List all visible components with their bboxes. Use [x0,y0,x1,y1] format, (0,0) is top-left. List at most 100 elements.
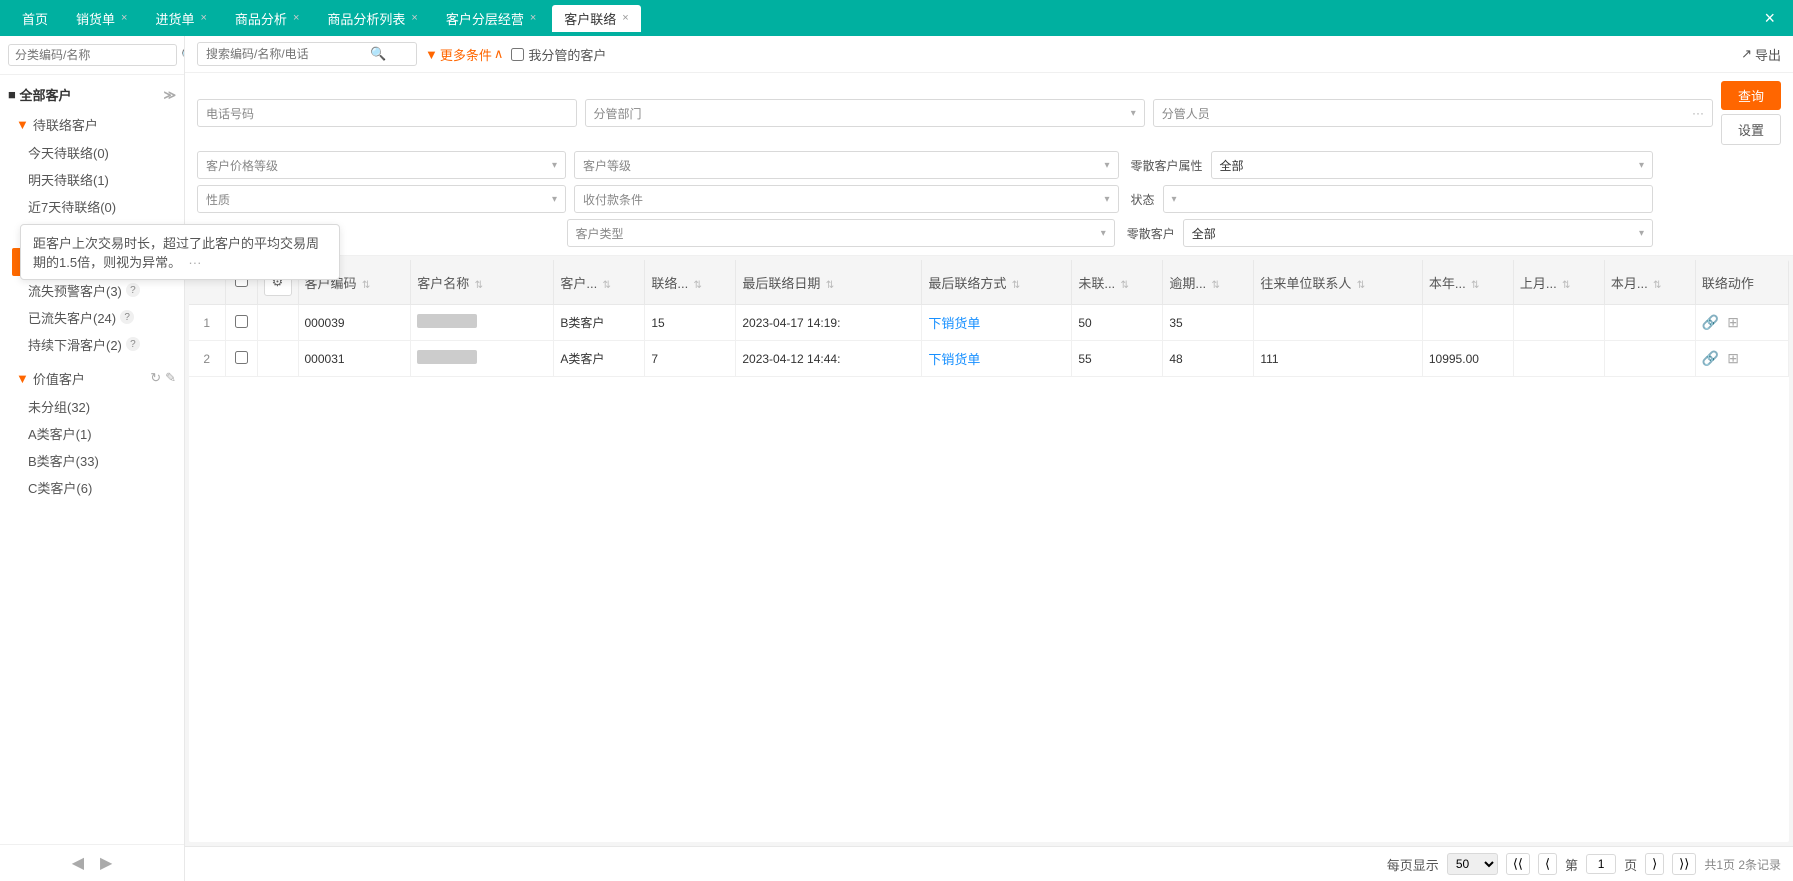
last-date-sort-icon[interactable]: ⇅ [826,280,834,291]
nav-product-analysis-list[interactable]: 商品分析列表 × [315,5,429,32]
row1-grid-icon[interactable]: ⊞ [1727,314,1739,331]
sidebar-churned[interactable]: 已流失客户(24) ? [8,304,184,331]
nav-product-analysis[interactable]: 商品分析 × [223,5,311,32]
sidebar-search-input[interactable] [8,44,177,66]
phone-field[interactable]: 电话号码 [197,99,577,127]
no-contact-sort-icon[interactable]: ⇅ [1121,280,1129,291]
nav-home[interactable]: 首页 [10,5,60,32]
row1-contact: 15 [645,305,736,341]
last-page-btn[interactable]: ⟩⟩ [1672,853,1696,875]
sidebar-left-arrow[interactable]: ◀ [68,849,88,877]
this-month-sort-icon[interactable]: ⇅ [1653,280,1661,291]
col-last-date: 最后联络日期 ⇅ [736,260,922,305]
nav-purchase-order-close[interactable]: × [200,12,206,24]
page-suffix: 页 [1624,855,1637,874]
window-close-btn[interactable]: × [1756,8,1783,29]
sidebar-edit-pencil-icon[interactable]: ✎ [165,370,176,386]
settings-button[interactable]: 设置 [1721,114,1781,145]
row2-unit-contact: 111 [1254,341,1423,377]
nav-product-analysis-list-close[interactable]: × [411,12,417,24]
sidebar-right-arrow[interactable]: ▶ [96,849,116,877]
this-year-sort-icon[interactable]: ⇅ [1471,280,1479,291]
nav-customer-contact-close[interactable]: × [622,12,628,24]
nav-sales-order[interactable]: 销货单 × [64,5,139,32]
payment-dropdown-icon: ▾ [1104,194,1109,205]
search-input[interactable] [206,47,366,61]
sidebar-declining[interactable]: 持续下滑客户(2) ? [8,331,184,358]
row1-select[interactable] [235,315,248,328]
gender-field[interactable]: 性质 ▾ [197,185,566,213]
customer-type-field[interactable]: 客户类型 ▾ [567,219,1115,247]
row2-last-month [1513,341,1604,377]
per-page-label: 每页显示 [1387,855,1439,874]
sidebar-tomorrow-pending[interactable]: 明天待联络(1) [8,166,184,193]
person-field[interactable]: 分管人员 ··· [1153,99,1713,127]
nav-customer-tier-close[interactable]: × [530,12,536,24]
search-icon[interactable]: 🔍 [370,46,386,62]
sidebar-pending-group[interactable]: ▼ 待联络客户 [8,110,184,139]
row2-action: 🔗 ⊞ [1695,341,1788,377]
row1-last-method-link[interactable]: 下销货单 [928,316,980,331]
zero-attr-field[interactable]: 全部 ▾ [1211,151,1653,179]
sidebar-bottom: ◀ ▶ [0,844,184,881]
nav-customer-tier[interactable]: 客户分层经营 × [434,5,548,32]
sidebar-edit-refresh-icon[interactable]: ↻ [150,370,161,386]
row1-action-icons: 🔗 ⊞ [1702,314,1782,331]
export-btn[interactable]: ↗ 导出 [1741,45,1781,64]
nav-sales-order-close[interactable]: × [121,12,127,24]
sidebar-7day-pending[interactable]: 近7天待联络(0) [8,193,184,220]
overdue-sort-icon[interactable]: ⇅ [1212,280,1220,291]
tooltip-more[interactable]: ··· [188,255,201,270]
row2-last-method-link[interactable]: 下销货单 [928,352,980,367]
row1-gear [257,305,298,341]
col-no-contact: 未联... ⇅ [1072,260,1163,305]
more-conditions-btn[interactable]: ▼ 更多条件 ∧ [425,45,503,64]
row2-link-icon[interactable]: 🔗 [1702,350,1719,367]
query-button[interactable]: 查询 [1721,81,1781,110]
chevron-up-icon: ∧ [494,46,504,62]
customer-level-field[interactable]: 客户等级 ▾ [574,151,1119,179]
type-sort-icon[interactable]: ⇅ [603,280,611,291]
page-input[interactable] [1586,854,1616,874]
sidebar-value-group[interactable]: ▼ 价值客户 ↻ ✎ [8,364,184,393]
row2-gear [257,341,298,377]
sidebar-a-class[interactable]: A类客户(1) [8,420,184,447]
dept-field[interactable]: 分管部门 ▾ [585,99,1145,127]
nav-purchase-order[interactable]: 进货单 × [143,5,218,32]
prev-page-btn[interactable]: ⟨ [1538,853,1557,875]
price-level-field[interactable]: 客户价格等级 ▾ [197,151,566,179]
row2-grid-icon[interactable]: ⊞ [1727,350,1739,367]
my-customers-checkbox[interactable] [511,48,524,61]
last-month-sort-icon[interactable]: ⇅ [1562,280,1570,291]
row1-overdue: 35 [1163,305,1254,341]
sidebar-tree: ■ 全部客户 ≫ ▼ 待联络客户 今天待联络(0) 明天待联络(1) 近7天待联… [0,75,184,844]
row2-type: A类客户 [554,341,645,377]
first-page-btn[interactable]: ⟨⟨ [1506,853,1530,875]
nav-product-analysis-close[interactable]: × [293,12,299,24]
nav-customer-contact[interactable]: 客户联络 × [552,5,640,32]
sidebar-all-customers[interactable]: ■ 全部客户 ≫ [0,79,184,110]
export-icon: ↗ [1741,46,1752,62]
zero-customer-field[interactable]: 全部 ▾ [1183,219,1653,247]
row2-select[interactable] [235,351,248,364]
name-sort-icon[interactable]: ⇅ [475,280,483,291]
sidebar-c-class[interactable]: C类客户(6) [8,474,184,501]
per-page-select[interactable]: 50 100 200 [1447,853,1498,875]
row1-link-icon[interactable]: 🔗 [1702,314,1719,331]
total-records-label: 共1页 2条记录 [1704,856,1781,873]
unit-contact-sort-icon[interactable]: ⇅ [1357,280,1365,291]
sidebar-b-class[interactable]: B类客户(33) [8,447,184,474]
sidebar-today-pending[interactable]: 今天待联络(0) [8,139,184,166]
payment-field[interactable]: 收付款条件 ▾ [574,185,1119,213]
my-customers-checkbox-wrap: 我分管的客户 [511,45,606,64]
contact-sort-icon[interactable]: ⇅ [694,280,702,291]
sidebar-collapse-icon[interactable]: ≫ [163,88,176,102]
code-sort-icon[interactable]: ⇅ [362,280,370,291]
table-row: 1 000039 B类客户 15 2023-04-17 14:19: 下销货单 [189,305,1789,341]
status-field[interactable]: ▾ [1163,185,1653,213]
next-page-btn[interactable]: ⟩ [1645,853,1664,875]
tooltip-repurchase: 距客户上次交易时长，超过了此客户的平均交易周期的1.5倍，则视为异常。 ··· [20,224,340,280]
last-method-sort-icon[interactable]: ⇅ [1012,280,1020,291]
sidebar-churn-warning[interactable]: 流失预警客户(3) ? [8,277,184,304]
sidebar-ungrouped[interactable]: 未分组(32) [8,393,184,420]
